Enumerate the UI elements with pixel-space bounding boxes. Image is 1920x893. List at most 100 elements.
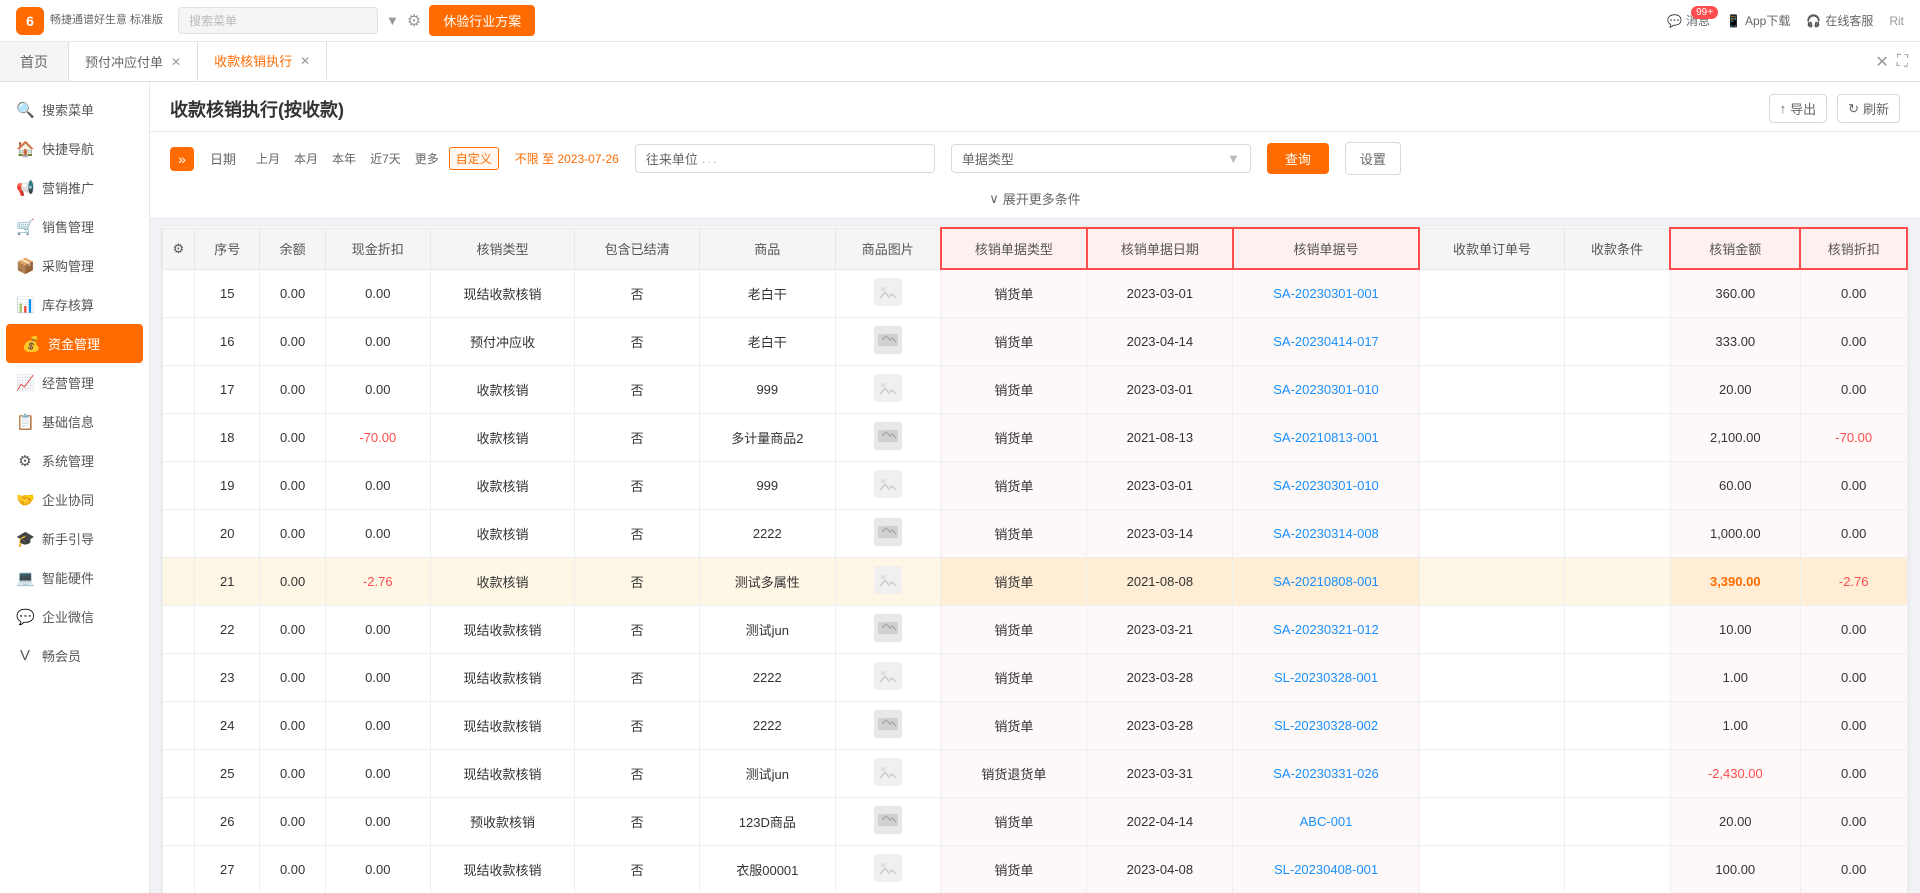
table-cell xyxy=(163,317,195,365)
tab-bar-actions: ✕ ⛶ xyxy=(1863,42,1920,81)
message-button[interactable]: 💬 消息 99+ xyxy=(1667,12,1710,29)
marketing-icon: 📢 xyxy=(16,179,34,197)
table-cell[interactable]: SA-20230414-017 xyxy=(1233,317,1419,365)
table-cell xyxy=(163,845,195,893)
table-cell xyxy=(163,269,195,317)
export-label: 导出 xyxy=(1790,99,1816,118)
sidebar-item-search[interactable]: 🔍 搜索菜单 xyxy=(0,90,149,129)
table-cell[interactable]: SA-20210813-001 xyxy=(1233,413,1419,461)
sidebar-item-wechat[interactable]: 💬 企业微信 xyxy=(0,597,149,636)
refresh-label: 刷新 xyxy=(1863,99,1889,118)
tab-home[interactable]: 首页 xyxy=(0,42,69,81)
tab-receipt-close[interactable]: ✕ xyxy=(300,54,310,68)
sidebar-item-inventory[interactable]: 📊 库存核算 xyxy=(0,285,149,324)
sidebar-item-guide[interactable]: 🎓 新手引导 xyxy=(0,519,149,558)
export-button[interactable]: ↑ 导出 xyxy=(1769,94,1828,123)
table-cell: 否 xyxy=(575,701,700,749)
table-cell: 销货退货单 xyxy=(941,749,1087,797)
app-download-button[interactable]: 📱 App下载 xyxy=(1726,12,1790,29)
dropdown-icon[interactable]: ▼ xyxy=(386,13,399,28)
table-cell[interactable]: SA-20230301-010 xyxy=(1233,461,1419,509)
logo-area: 6 畅捷通谱好生意 标准版 xyxy=(16,7,166,35)
table-cell: -70.00 xyxy=(1800,413,1907,461)
table-cell xyxy=(835,845,941,893)
table-cell[interactable]: ABC-001 xyxy=(1233,797,1419,845)
sidebar-item-sales[interactable]: 🛒 销售管理 xyxy=(0,207,149,246)
table-cell: 0.00 xyxy=(325,749,430,797)
date-last-month[interactable]: 上月 xyxy=(252,148,284,169)
tab-prepay-close[interactable]: ✕ xyxy=(171,55,181,69)
table-cell xyxy=(1419,461,1564,509)
sidebar-item-sysmgmt[interactable]: ⚙ 系统管理 xyxy=(0,441,149,480)
table-cell: 销货单 xyxy=(941,461,1087,509)
table-cell xyxy=(835,797,941,845)
close-all-icon[interactable]: ✕ xyxy=(1875,52,1888,72)
table-header-row: ⚙ 序号 余额 现金折扣 核销类型 包含已结清 商品 商品图片 核销单据类型 核… xyxy=(163,228,1908,269)
sidebar-label-sysmgmt: 系统管理 xyxy=(42,451,94,470)
table-cell: 否 xyxy=(575,845,700,893)
sidebar-item-member[interactable]: V 畅会员 xyxy=(0,636,149,675)
table-cell: -70.00 xyxy=(325,413,430,461)
sidebar-item-purchase[interactable]: 📦 采购管理 xyxy=(0,246,149,285)
table-cell xyxy=(1419,557,1564,605)
date-more[interactable]: 更多 xyxy=(411,148,443,169)
table-cell[interactable]: SL-20230328-002 xyxy=(1233,701,1419,749)
sidebar-item-marketing[interactable]: 📢 营销推广 xyxy=(0,168,149,207)
table-cell: 现结收款核销 xyxy=(430,605,574,653)
table-cell[interactable]: SL-20230328-001 xyxy=(1233,653,1419,701)
maximize-icon[interactable]: ⛶ xyxy=(1897,53,1908,71)
table-cell: 0.00 xyxy=(325,653,430,701)
table-cell: 0.00 xyxy=(1800,653,1907,701)
table-body: 150.000.00现结收款核销否老白干销货单2023-03-01SA-2023… xyxy=(163,269,1908,893)
table-row: 150.000.00现结收款核销否老白干销货单2023-03-01SA-2023… xyxy=(163,269,1908,317)
date-this-month[interactable]: 本月 xyxy=(290,148,322,169)
col-settings[interactable]: ⚙ xyxy=(163,228,195,269)
filter-toggle-button[interactable]: » xyxy=(170,147,194,171)
table-cell xyxy=(835,749,941,797)
date-last-7-days[interactable]: 近7天 xyxy=(366,148,405,169)
table-cell[interactable]: SA-20230314-008 xyxy=(1233,509,1419,557)
table-cell[interactable]: SA-20230331-026 xyxy=(1233,749,1419,797)
table-cell xyxy=(835,605,941,653)
industry-button[interactable]: 休验行业方案 xyxy=(429,5,535,36)
sidebar-item-basicinfo[interactable]: 📋 基础信息 xyxy=(0,402,149,441)
gear-icon[interactable]: ⚙ xyxy=(407,11,421,31)
sidebar-item-operations[interactable]: 📈 经营管理 xyxy=(0,363,149,402)
table-cell[interactable]: SA-20230301-001 xyxy=(1233,269,1419,317)
expand-conditions-button[interactable]: ∨ 展开更多条件 xyxy=(989,189,1081,208)
table-cell[interactable]: SL-20230408-001 xyxy=(1233,845,1419,893)
date-this-year[interactable]: 本年 xyxy=(328,148,360,169)
date-custom[interactable]: 自定义 xyxy=(449,147,499,170)
table-cell: 1,000.00 xyxy=(1670,509,1800,557)
bill-type-filter[interactable]: 单据类型 ▼ xyxy=(951,144,1251,173)
table-cell: 收款核销 xyxy=(430,365,574,413)
table-cell xyxy=(163,605,195,653)
table-cell: 销货单 xyxy=(941,701,1087,749)
table-cell[interactable]: SA-20210808-001 xyxy=(1233,557,1419,605)
sidebar-item-enterprise[interactable]: 🤝 企业协同 xyxy=(0,480,149,519)
tab-receipt[interactable]: 收款核销执行 ✕ xyxy=(198,42,327,81)
header-actions: ↑ 导出 ↻ 刷新 xyxy=(1769,94,1900,123)
table-cell xyxy=(835,365,941,413)
sidebar-item-quicknav[interactable]: 🏠 快捷导航 xyxy=(0,129,149,168)
col-verify-discount: 核销折扣 xyxy=(1800,228,1907,269)
table-cell: 2023-04-14 xyxy=(1087,317,1233,365)
query-button[interactable]: 查询 xyxy=(1267,143,1329,174)
table-cell: 0.00 xyxy=(1800,509,1907,557)
filter-settings-button[interactable]: 设置 xyxy=(1345,142,1401,175)
table-cell: 测试jun xyxy=(699,605,835,653)
table-row: 250.000.00现结收款核销否测试jun销货退货单2023-03-31SA-… xyxy=(163,749,1908,797)
sidebar-item-smarthw[interactable]: 💻 智能硬件 xyxy=(0,558,149,597)
tab-prepay[interactable]: 预付冲应付单 ✕ xyxy=(69,42,198,81)
partner-filter-input[interactable]: 往来单位 ... xyxy=(635,144,935,173)
sidebar-item-finance[interactable]: 💰 资金管理 xyxy=(6,324,143,363)
table-cell xyxy=(163,509,195,557)
table-cell: 否 xyxy=(575,413,700,461)
refresh-button[interactable]: ↻ 刷新 xyxy=(1837,94,1900,123)
online-service-button[interactable]: 🎧 在线客服 xyxy=(1806,12,1873,29)
table-cell: 0.00 xyxy=(260,365,325,413)
table-cell[interactable]: SA-20230301-010 xyxy=(1233,365,1419,413)
table-cell[interactable]: SA-20230321-012 xyxy=(1233,605,1419,653)
table-cell: 0.00 xyxy=(325,797,430,845)
table-cell: 2023-03-14 xyxy=(1087,509,1233,557)
